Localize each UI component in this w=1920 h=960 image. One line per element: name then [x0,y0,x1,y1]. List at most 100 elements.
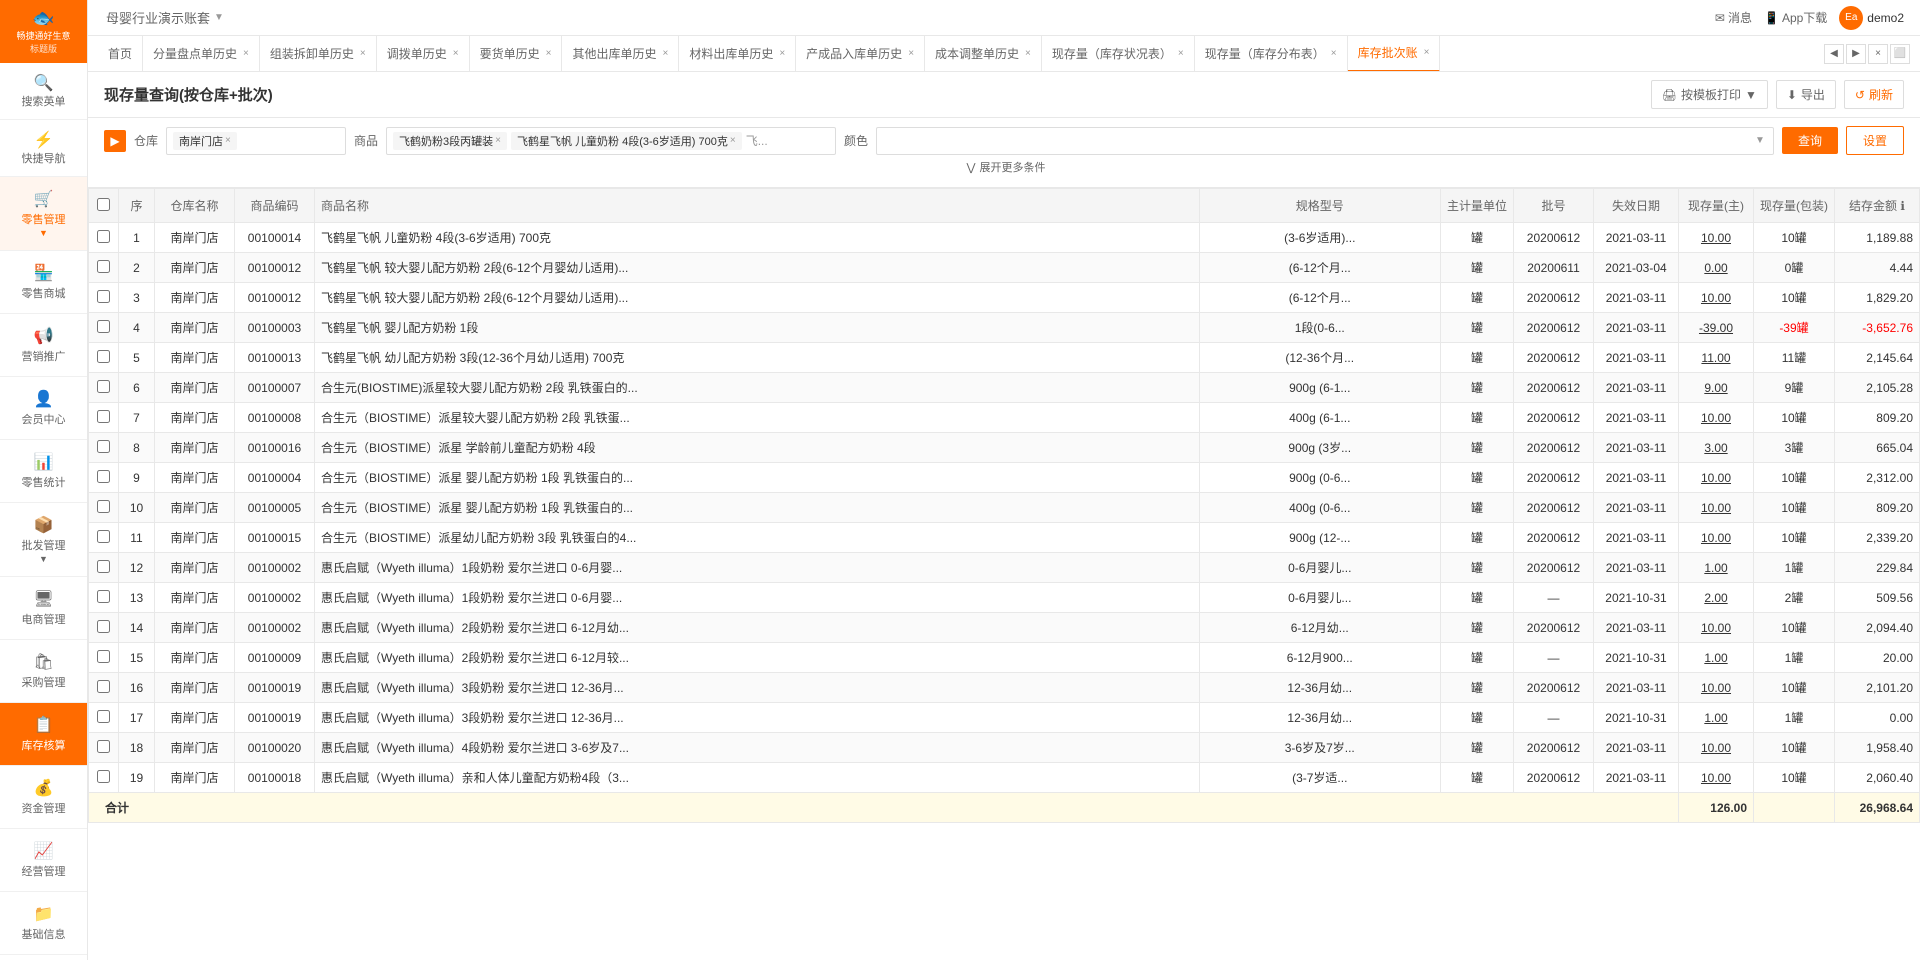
row-checkbox[interactable] [89,343,119,373]
tab-9[interactable]: 现存量（库存状况表） × [1042,36,1195,72]
row-qty-main[interactable]: 11.00 [1679,343,1754,373]
row-checkbox[interactable] [89,313,119,343]
tab-10[interactable]: 现存量（库存分布表） × [1195,36,1348,72]
select-all-checkbox[interactable] [97,198,110,211]
refresh-button[interactable]: ↺ 刷新 [1844,80,1904,109]
tab-7-close[interactable]: × [908,48,914,59]
row-checkbox[interactable] [89,643,119,673]
tab-4[interactable]: 要货单历史 × [470,36,563,72]
row-qty-main[interactable]: 10.00 [1679,763,1754,793]
tab-home[interactable]: 首页 [98,36,143,72]
sidebar-item-wholesale[interactable]: 📦 批发管理 ▼ [0,503,87,577]
sidebar-search-btn[interactable]: 🔍 搜索英单 [0,63,87,120]
row-qty-main[interactable]: 10.00 [1679,733,1754,763]
product-tag-2-close[interactable]: × [730,135,736,146]
warehouse-tag-1-close[interactable]: × [225,135,231,146]
sidebar-item-inventory[interactable]: 📋 库存核算 [0,703,87,766]
tab-next-btn[interactable]: ▶ [1846,44,1866,64]
warehouse-tag-1[interactable]: 南岸门店 × [173,132,237,150]
row-checkbox[interactable] [89,373,119,403]
color-filter-dropdown[interactable]: ▼ [1753,134,1767,148]
sidebar-logo[interactable]: 🐟 畅捷通好生意 标题版 [0,0,87,63]
sidebar-item-ops[interactable]: 📈 经营管理 [0,829,87,892]
sidebar-item-basic-info[interactable]: 📁 基础信息 [0,892,87,955]
row-qty-main[interactable]: 1.00 [1679,553,1754,583]
tab-2[interactable]: 组装拆卸单历史 × [260,36,377,72]
row-checkbox[interactable] [89,583,119,613]
filter-expand-button[interactable]: ▶ [104,130,126,152]
tab-1-close[interactable]: × [243,48,249,59]
sidebar-item-marketing[interactable]: 📢 营销推广 [0,314,87,377]
tab-8[interactable]: 成本调整单历史 × [925,36,1042,72]
template-print-button[interactable]: 🖨 按模板打印 ▼ [1651,80,1768,109]
row-qty-main[interactable]: 10.00 [1679,493,1754,523]
row-checkbox[interactable] [89,613,119,643]
row-checkbox[interactable] [89,763,119,793]
row-checkbox[interactable] [89,253,119,283]
row-checkbox[interactable] [89,493,119,523]
tab-3[interactable]: 调拨单历史 × [377,36,470,72]
user-info[interactable]: Ea demo2 [1839,6,1904,30]
row-checkbox[interactable] [89,283,119,313]
expand-more[interactable]: ⋁ 展开更多条件 [104,155,1904,179]
product-filter-group[interactable]: 飞鹤奶粉3段丙罐装 × 飞鹤星飞帆 儿童奶粉 4段(3-6岁适用) 700克 ×… [386,127,836,155]
message-button[interactable]: ✉ 消息 [1715,9,1752,26]
tab-10-close[interactable]: × [1331,48,1337,59]
warehouse-filter-group[interactable]: 南岸门店 × [166,127,346,155]
tab-4-close[interactable]: × [546,48,552,59]
row-qty-main[interactable]: 9.00 [1679,373,1754,403]
row-checkbox[interactable] [89,673,119,703]
row-qty-main[interactable]: 10.00 [1679,673,1754,703]
row-qty-main[interactable]: 10.00 [1679,223,1754,253]
row-qty-main[interactable]: 3.00 [1679,433,1754,463]
tab-maximize-btn[interactable]: ⬜ [1890,44,1910,64]
tab-1[interactable]: 分量盘点单历史 × [143,36,260,72]
tab-5-close[interactable]: × [662,48,668,59]
row-qty-main[interactable]: 1.00 [1679,703,1754,733]
tab-6-close[interactable]: × [779,48,785,59]
row-qty-main[interactable]: 10.00 [1679,403,1754,433]
th-checkbox[interactable] [89,189,119,223]
row-checkbox[interactable] [89,523,119,553]
color-filter-group[interactable]: ▼ [876,127,1774,155]
row-checkbox[interactable] [89,733,119,763]
tab-8-close[interactable]: × [1025,48,1031,59]
row-qty-main[interactable]: -39.00 [1679,313,1754,343]
row-qty-main[interactable]: 2.00 [1679,583,1754,613]
tab-7[interactable]: 产成品入库单历史 × [796,36,925,72]
sidebar-item-system[interactable]: ⚙ 系统管理 [0,955,87,960]
row-checkbox[interactable] [89,703,119,733]
tab-5[interactable]: 其他出库单历史 × [562,36,679,72]
tab-9-close[interactable]: × [1178,48,1184,59]
sidebar-item-retail-mall[interactable]: 🏪 零售商城 [0,251,87,314]
settings-button[interactable]: 设置 [1846,126,1904,155]
tab-active[interactable]: 库存批次账 × [1348,36,1441,72]
sidebar-item-retail-mgmt[interactable]: 🛒 零售管理 ▼ [0,177,87,251]
row-checkbox[interactable] [89,403,119,433]
query-button[interactable]: 查询 [1782,127,1838,154]
app-download-button[interactable]: 📱 App下载 [1764,9,1827,26]
sidebar-item-retail-stats[interactable]: 📊 零售统计 [0,440,87,503]
row-qty-main[interactable]: 10.00 [1679,283,1754,313]
sidebar-nav-btn[interactable]: ⚡ 快捷导航 [0,120,87,177]
product-tag-1[interactable]: 飞鹤奶粉3段丙罐装 × [393,132,507,150]
tab-6[interactable]: 材料出库单历史 × [679,36,796,72]
row-qty-main[interactable]: 1.00 [1679,643,1754,673]
row-checkbox[interactable] [89,433,119,463]
sidebar-item-purchase[interactable]: 🛍 采购管理 [0,640,87,703]
row-qty-main[interactable]: 10.00 [1679,523,1754,553]
row-checkbox[interactable] [89,463,119,493]
row-qty-main[interactable]: 0.00 [1679,253,1754,283]
tab-prev-btn[interactable]: ◀ [1824,44,1844,64]
tab-3-close[interactable]: × [453,48,459,59]
tab-close-all-btn[interactable]: × [1868,44,1888,64]
sidebar-item-member[interactable]: 👤 会员中心 [0,377,87,440]
product-tag-2[interactable]: 飞鹤星飞帆 儿童奶粉 4段(3-6岁适用) 700克 × [511,132,742,150]
row-qty-main[interactable]: 10.00 [1679,463,1754,493]
row-checkbox[interactable] [89,223,119,253]
export-button[interactable]: ⬇ 导出 [1776,80,1836,109]
account-selector[interactable]: 母婴行业演示账套 ▼ [98,8,232,27]
sidebar-item-ecommerce[interactable]: 🖥 电商管理 [0,577,87,640]
tab-2-close[interactable]: × [360,48,366,59]
sidebar-item-finance[interactable]: 💰 资金管理 [0,766,87,829]
